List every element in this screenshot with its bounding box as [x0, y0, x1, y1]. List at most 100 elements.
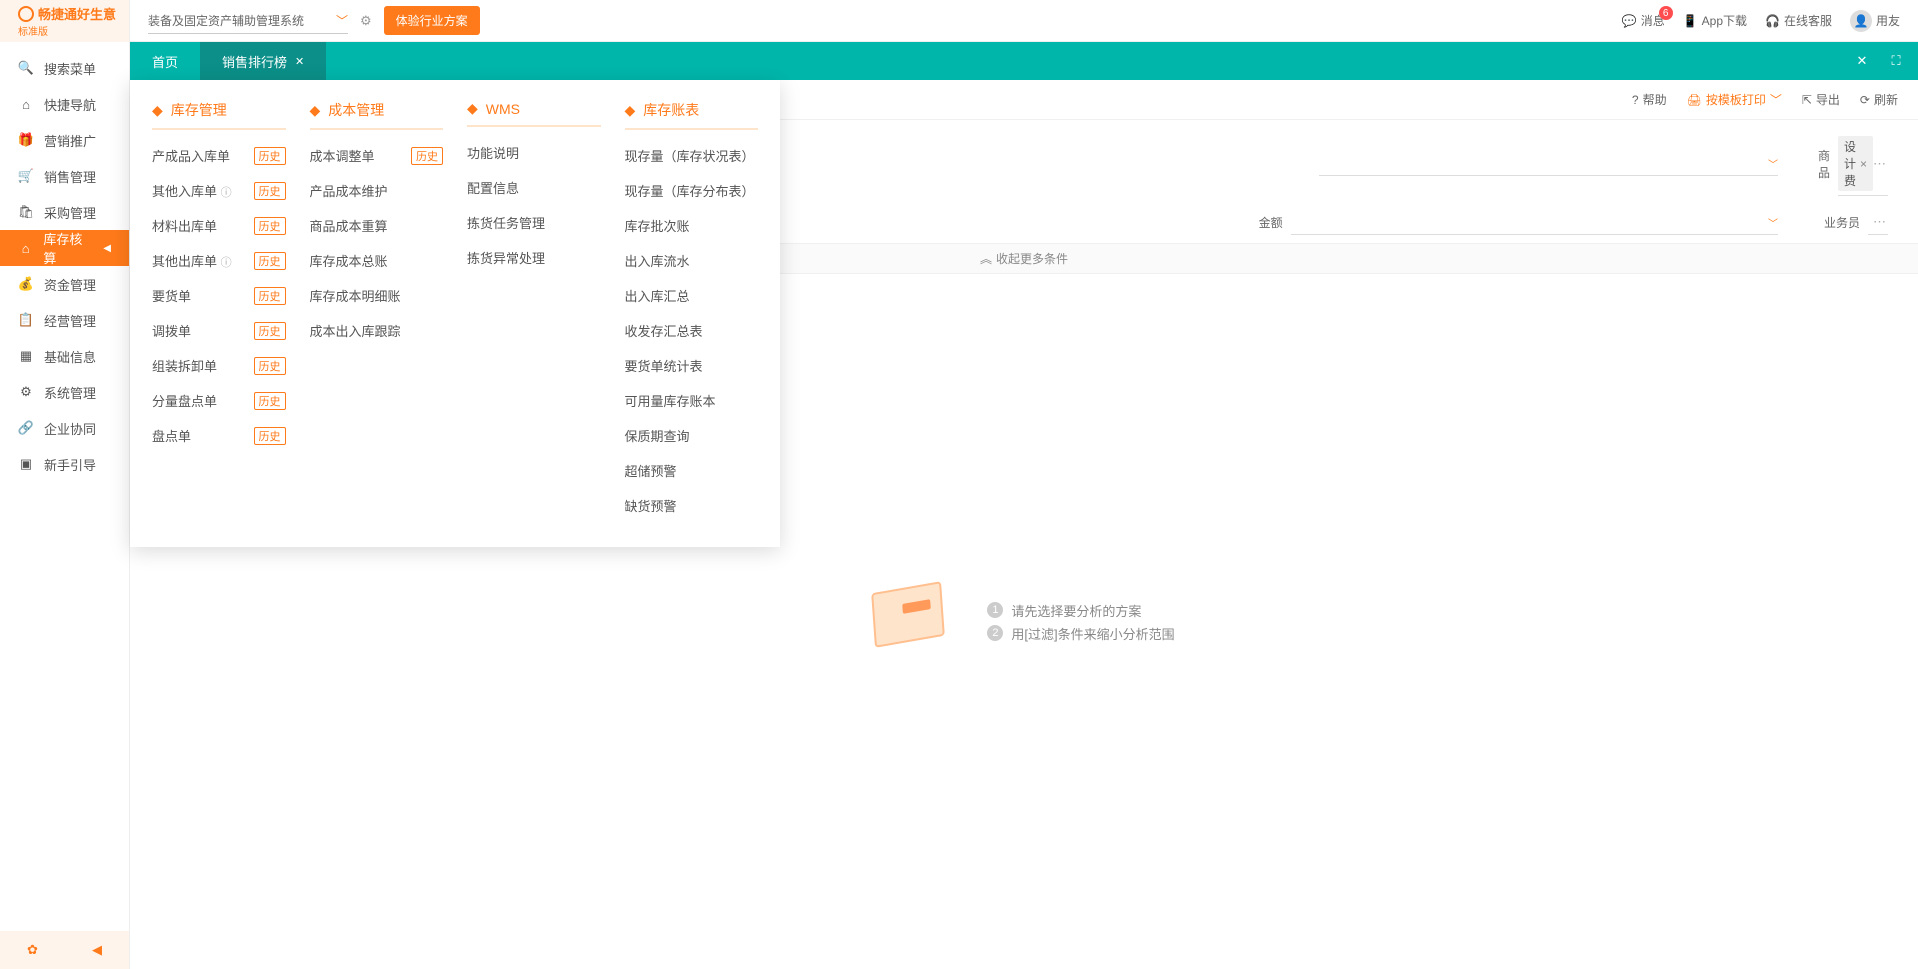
sidebar-item-7[interactable]: 📋经营管理 — [0, 302, 129, 338]
mega-item-0-5[interactable]: 调拨单历史 — [152, 313, 286, 348]
amount-select[interactable]: ﹀ — [1291, 211, 1778, 235]
mega-item-2-2[interactable]: 拣货任务管理 — [467, 205, 601, 240]
mega-item-1-3[interactable]: 库存成本总账 — [310, 243, 444, 278]
chevron-down-icon: ﹀ — [1768, 156, 1778, 171]
topbar-right: 💬 消息 6 📱 App下载 🎧 在线客服 👤 用友 — [1622, 10, 1900, 32]
history-badge[interactable]: 历史 — [411, 147, 443, 165]
mega-item-0-3[interactable]: 其他出库单 ⓘ历史 — [152, 243, 286, 278]
staff-input[interactable]: ⋯ — [1868, 210, 1888, 235]
refresh-button[interactable]: ⟳ 刷新 — [1860, 91, 1898, 108]
report-icon: 📋 — [18, 312, 34, 328]
product-input[interactable]: 设计费 × ⋯ — [1838, 132, 1888, 196]
info-icon: ▦ — [18, 348, 34, 364]
sidebar-item-2[interactable]: 🎁营销推广 — [0, 122, 129, 158]
sidebar-item-label: 系统管理 — [44, 383, 96, 402]
sidebar-item-8[interactable]: ▦基础信息 — [0, 338, 129, 374]
filter-field-hidden-2: ﹀ — [1259, 152, 1778, 176]
mega-item-2-3[interactable]: 拣货异常处理 — [467, 240, 601, 275]
tabs-right: ✕ ⛶ — [1850, 49, 1918, 73]
more-icon[interactable]: ⋯ — [1873, 156, 1888, 172]
mega-item-2-1[interactable]: 配置信息 — [467, 170, 601, 205]
mega-item-label: 分量盘点单 — [152, 391, 217, 410]
chevron-down-icon: ﹀ — [1768, 215, 1778, 230]
sidebar-item-5[interactable]: ⌂库存核算◀ — [0, 230, 129, 266]
mega-item-3-9[interactable]: 超储预警 — [625, 453, 759, 488]
mega-item-1-5[interactable]: 成本出入库跟踪 — [310, 313, 444, 348]
mega-item-3-8[interactable]: 保质期查询 — [625, 418, 759, 453]
app-download-button[interactable]: 📱 App下载 — [1683, 12, 1747, 29]
chat-icon: 💬 — [1622, 14, 1637, 28]
sidebar-item-9[interactable]: ⚙系统管理 — [0, 374, 129, 410]
mega-item-0-7[interactable]: 分量盘点单 历史 — [152, 383, 286, 418]
mega-item-label: 功能说明 — [467, 143, 519, 162]
industry-plan-button[interactable]: 体验行业方案 — [384, 6, 480, 35]
empty-step-1: 1 请先选择要分析的方案 — [987, 601, 1174, 620]
sidebar-item-11[interactable]: ▣新手引导 — [0, 446, 129, 482]
search-icon: 🔍 — [18, 60, 34, 76]
history-badge[interactable]: 历史 — [254, 322, 286, 340]
history-badge[interactable]: 历史 — [254, 392, 286, 410]
mega-item-0-0[interactable]: 产成品入库单历史 — [152, 138, 286, 173]
generic-select-1[interactable]: ﹀ — [1319, 152, 1778, 176]
sidebar-item-0[interactable]: 🔍搜索菜单 — [0, 50, 129, 86]
history-badge[interactable]: 历史 — [254, 147, 286, 165]
mega-item-3-2[interactable]: 库存批次账 — [625, 208, 759, 243]
chip-remove-icon[interactable]: × — [1860, 157, 1867, 171]
logo-subtitle: 标准版 — [18, 23, 48, 38]
sidebar-item-3[interactable]: 🛒销售管理 — [0, 158, 129, 194]
history-badge[interactable]: 历史 — [254, 182, 286, 200]
help-button[interactable]: ? 帮助 — [1632, 91, 1667, 108]
mega-item-3-3[interactable]: 出入库流水 — [625, 243, 759, 278]
mega-item-1-1[interactable]: 产品成本维护 — [310, 173, 444, 208]
mega-item-1-0[interactable]: 成本调整单历史 — [310, 138, 444, 173]
sidebar-item-label: 新手引导 — [44, 455, 96, 474]
home-icon: ⌂ — [18, 96, 34, 112]
system-select[interactable]: 装备及固定资产辅助管理系统 ﹀ — [148, 8, 348, 34]
mega-item-3-6[interactable]: 要货单统计表 — [625, 348, 759, 383]
mega-item-2-0[interactable]: 功能说明 — [467, 135, 601, 170]
help-icon: ? — [1632, 93, 1639, 107]
empty-steps: 1 请先选择要分析的方案 2 用[过滤]条件来缩小分析范围 — [987, 597, 1174, 647]
history-badge[interactable]: 历史 — [254, 287, 286, 305]
mega-item-0-8[interactable]: 盘点单历史 — [152, 418, 286, 453]
mega-item-3-4[interactable]: 出入库汇总 — [625, 278, 759, 313]
print-template-button[interactable]: 🖨 按模板打印 ﹀ — [1687, 91, 1782, 108]
history-badge[interactable]: 历史 — [254, 252, 286, 270]
system-settings-icon[interactable]: ⚙ — [360, 13, 372, 29]
logo-title: 畅捷通好生意 — [18, 4, 116, 23]
mega-item-1-2[interactable]: 商品成本重算 — [310, 208, 444, 243]
tab-1[interactable]: 销售排行榜✕ — [200, 42, 326, 80]
export-button[interactable]: ⇱ 导出 — [1802, 91, 1840, 108]
mega-item-0-4[interactable]: 要货单历史 — [152, 278, 286, 313]
messages-button[interactable]: 💬 消息 6 — [1622, 12, 1665, 29]
mega-item-1-4[interactable]: 库存成本明细账 — [310, 278, 444, 313]
more-icon[interactable]: ⋯ — [1873, 214, 1888, 230]
mega-item-3-5[interactable]: 收发存汇总表 — [625, 313, 759, 348]
history-badge[interactable]: 历史 — [254, 217, 286, 235]
tab-0[interactable]: 首页 — [130, 42, 200, 80]
mega-item-3-0[interactable]: 现存量（库存状况表） — [625, 138, 759, 173]
product-chip[interactable]: 设计费 × — [1838, 136, 1873, 191]
history-badge[interactable]: 历史 — [254, 357, 286, 375]
close-all-tabs-icon[interactable]: ✕ — [1850, 49, 1874, 73]
sidebar-item-6[interactable]: 💰资金管理 — [0, 266, 129, 302]
mega-item-0-1[interactable]: 其他入库单 ⓘ历史 — [152, 173, 286, 208]
user-menu[interactable]: 👤 用友 — [1850, 10, 1900, 32]
history-badge[interactable]: 历史 — [254, 427, 286, 445]
collapse-sidebar-icon[interactable]: ◀ — [92, 942, 102, 958]
sidebar-item-1[interactable]: ⌂快捷导航 — [0, 86, 129, 122]
online-service-button[interactable]: 🎧 在线客服 — [1765, 12, 1832, 29]
settings-gear-icon[interactable]: ✿ — [27, 942, 38, 958]
fullscreen-icon[interactable]: ⛶ — [1884, 49, 1908, 73]
print-icon: 🖨 — [1687, 93, 1702, 107]
mega-item-3-1[interactable]: 现存量（库存分布表） — [625, 173, 759, 208]
tab-close-icon[interactable]: ✕ — [295, 55, 304, 68]
mega-item-3-7[interactable]: 可用量库存账本 — [625, 383, 759, 418]
mega-item-3-10[interactable]: 缺货预警 — [625, 488, 759, 523]
sidebar-item-4[interactable]: 🛍采购管理 — [0, 194, 129, 230]
mega-item-0-6[interactable]: 组装拆卸单历史 — [152, 348, 286, 383]
headset-icon: 🎧 — [1765, 14, 1780, 28]
sidebar-item-10[interactable]: 🔗企业协同 — [0, 410, 129, 446]
help-icon: ⓘ — [221, 187, 232, 199]
mega-item-0-2[interactable]: 材料出库单历史 — [152, 208, 286, 243]
